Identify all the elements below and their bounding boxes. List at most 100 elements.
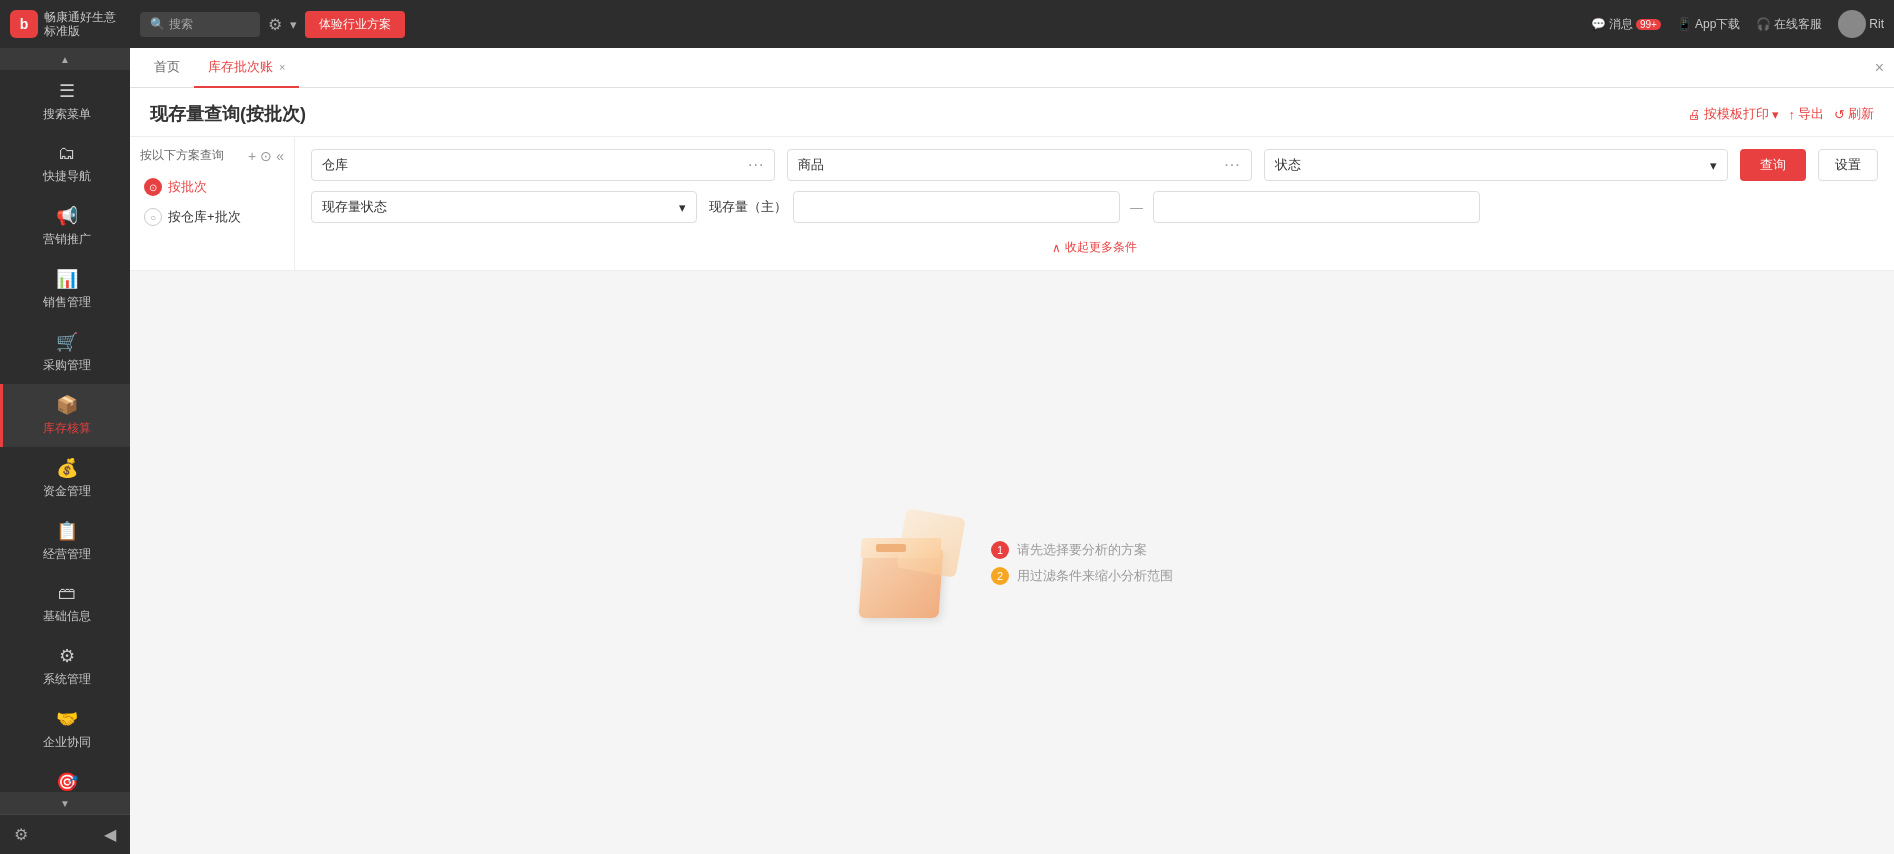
sales-icon: 📊 (56, 268, 78, 290)
print-icon: 🖨 (1688, 107, 1701, 122)
global-search[interactable]: 🔍 搜索 (140, 12, 260, 37)
sidebar-item-purchase[interactable]: 🛒 采购管理 (0, 321, 130, 384)
filter-row-2: 现存量状态 ▾ 现存量（主） — (311, 191, 1878, 223)
refresh-btn[interactable]: ↺ 刷新 (1834, 105, 1874, 123)
stock-main-from[interactable] (793, 191, 1120, 223)
print-btn[interactable]: 🖨 按模板打印 ▾ (1688, 105, 1779, 123)
sidebar-item-finance[interactable]: 💰 资金管理 (0, 447, 130, 510)
collapse-icon: ∧ (1052, 241, 1061, 255)
logo-icon: b (10, 10, 38, 38)
settings-icon[interactable]: ⚙ (268, 15, 282, 34)
customer-service-btn[interactable]: 🎧 在线客服 (1756, 16, 1822, 33)
app-logo: b 畅康通好生意 标准版 (10, 10, 140, 39)
newuser-icon: 🎯 (56, 771, 78, 792)
search-menu-icon: ☰ (59, 80, 75, 102)
status-select[interactable]: 状态 ▾ (1264, 149, 1728, 181)
page-actions: 🖨 按模板打印 ▾ ↑ 导出 ↺ 刷新 (1688, 105, 1875, 123)
sidebar-scroll-up[interactable]: ▲ (0, 48, 130, 70)
sidebar-bottom: ⚙ ◀ (0, 814, 130, 854)
messages-btn[interactable]: 💬 消息 99+ (1591, 16, 1661, 33)
scheme-collapse-icon[interactable]: « (276, 148, 284, 164)
scheme-item-by-batch[interactable]: ⊙ 按批次 (130, 172, 294, 202)
stock-status-select[interactable]: 现存量状态 ▾ (311, 191, 697, 223)
main-layout: ▲ ☰ 搜索菜单 🗂 快捷导航 📢 营销推广 📊 销售管理 🛒 采购管理 (0, 48, 1894, 854)
quick-nav-icon: 🗂 (58, 143, 76, 164)
sidebar-item-quick-nav[interactable]: 🗂 快捷导航 (0, 133, 130, 195)
avatar (1838, 10, 1866, 38)
sidebar-item-basic[interactable]: 🗃 基础信息 (0, 573, 130, 635)
export-icon: ↑ (1789, 107, 1796, 122)
sidebar-item-search[interactable]: ☰ 搜索菜单 (0, 70, 130, 133)
empty-step-2: 2 用过滤条件来缩小分析范围 (991, 563, 1173, 589)
basic-icon: 🗃 (58, 583, 76, 604)
sidebar-item-newuser[interactable]: 🎯 新手引导 (0, 761, 130, 792)
user-avatar-btn[interactable]: Rit (1838, 10, 1884, 38)
warehouse-input[interactable]: 仓库 ··· (311, 149, 775, 181)
headset-icon: 🎧 (1756, 17, 1771, 31)
page-title: 现存量查询(按批次) (150, 102, 306, 126)
sidebar-item-enterprise[interactable]: 🤝 企业协同 (0, 698, 130, 761)
message-icon: 💬 (1591, 17, 1606, 31)
sidebar: ▲ ☰ 搜索菜单 🗂 快捷导航 📢 营销推广 📊 销售管理 🛒 采购管理 (0, 48, 130, 854)
search-icon: 🔍 (150, 17, 165, 31)
scheme-settings-icon[interactable]: ⊙ (260, 148, 272, 164)
print-dropdown-icon: ▾ (1772, 107, 1779, 122)
stock-main-dash: — (1126, 200, 1147, 215)
operation-icon: 📋 (56, 520, 78, 542)
sidebar-item-system[interactable]: ⚙ 系统管理 (0, 635, 130, 698)
sidebar-item-sales[interactable]: 📊 销售管理 (0, 258, 130, 321)
sidebar-item-inventory[interactable]: 📦 库存核算 (0, 384, 130, 447)
status-field: 状态 ▾ (1264, 149, 1728, 181)
sidebar-scroll-down[interactable]: ▼ (0, 792, 130, 814)
tabbar-close-all[interactable]: × (1875, 59, 1884, 77)
scheme-panel-actions: + ⊙ « (248, 148, 284, 164)
settings-btn[interactable]: 设置 (1818, 149, 1878, 181)
dropdown-icon[interactable]: ▾ (290, 17, 297, 32)
scheme-item-by-warehouse-batch[interactable]: ○ 按仓库+批次 (130, 202, 294, 232)
product-dots: ··· (1224, 156, 1240, 174)
sidebar-item-marketing[interactable]: 📢 营销推广 (0, 195, 130, 258)
empty-step-1: 1 请先选择要分析的方案 (991, 537, 1173, 563)
messages-badge: 99+ (1636, 19, 1661, 30)
export-btn[interactable]: ↑ 导出 (1789, 105, 1825, 123)
topbar: b 畅康通好生意 标准版 🔍 搜索 ⚙ ▾ 体验行业方案 💬 消息 99+ 📱 … (0, 0, 1894, 48)
content-area: 首页 库存批次账 × × 现存量查询(按批次) 🖨 按模板打印 ▾ ↑ (130, 48, 1894, 854)
sidebar-scroll: ☰ 搜索菜单 🗂 快捷导航 📢 营销推广 📊 销售管理 🛒 采购管理 📦 (0, 70, 130, 792)
collapse-more-btn[interactable]: ∧ 收起更多条件 (311, 233, 1878, 258)
query-area: 按以下方案查询 + ⊙ « ⊙ 按批次 ○ 按仓库+批次 (130, 137, 1894, 271)
tab-batch-account[interactable]: 库存批次账 × (194, 48, 299, 88)
close-all-icon: × (1875, 59, 1884, 77)
query-btn[interactable]: 查询 (1740, 149, 1806, 181)
tabbar: 首页 库存批次账 × × (130, 48, 1894, 88)
page-header: 现存量查询(按批次) 🖨 按模板打印 ▾ ↑ 导出 ↺ 刷新 (130, 88, 1894, 137)
scheme-add-icon[interactable]: + (248, 148, 256, 164)
inventory-icon: 📦 (56, 394, 78, 416)
app-download-btn[interactable]: 📱 App下载 (1677, 16, 1740, 33)
phone-icon: 📱 (1677, 17, 1692, 31)
tab-home[interactable]: 首页 (140, 48, 194, 88)
enterprise-icon: 🤝 (56, 708, 78, 730)
sidebar-collapse-icon[interactable]: ◀ (104, 825, 116, 844)
filter-panel: 仓库 ··· 商品 ··· 状态 (295, 137, 1894, 270)
refresh-icon: ↺ (1834, 107, 1845, 122)
experience-btn[interactable]: 体验行业方案 (305, 11, 405, 38)
scheme-panel: 按以下方案查询 + ⊙ « ⊙ 按批次 ○ 按仓库+批次 (130, 137, 295, 270)
purchase-icon: 🛒 (56, 331, 78, 353)
stock-main-to[interactable] (1153, 191, 1480, 223)
stock-main-field: 现存量（主） — (709, 191, 1481, 223)
finance-icon: 💰 (56, 457, 78, 479)
empty-steps: 1 请先选择要分析的方案 2 用过滤条件来缩小分析范围 (991, 537, 1173, 589)
sidebar-item-operation[interactable]: 📋 经营管理 (0, 510, 130, 573)
tab-close-batch[interactable]: × (279, 61, 285, 73)
product-field: 商品 ··· (787, 149, 1251, 181)
warehouse-field: 仓库 ··· (311, 149, 775, 181)
step2-num: 2 (991, 567, 1009, 585)
empty-state: 1 请先选择要分析的方案 2 用过滤条件来缩小分析范围 (130, 271, 1894, 854)
stock-status-field: 现存量状态 ▾ (311, 191, 697, 223)
marketing-icon: 📢 (56, 205, 78, 227)
topbar-right: 💬 消息 99+ 📱 App下载 🎧 在线客服 Rit (1591, 10, 1884, 38)
product-input[interactable]: 商品 ··· (787, 149, 1251, 181)
scheme-active-icon: ⊙ (144, 178, 162, 196)
sidebar-settings-icon[interactable]: ⚙ (14, 825, 28, 844)
filter-row-1: 仓库 ··· 商品 ··· 状态 (311, 149, 1878, 181)
